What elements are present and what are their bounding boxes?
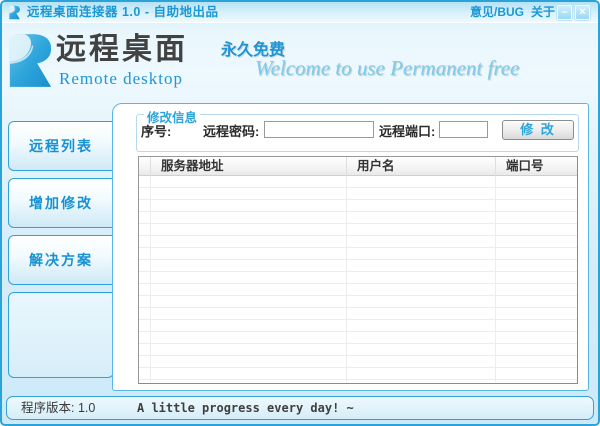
minimize-button[interactable]: – (557, 5, 572, 20)
title-bar[interactable]: 远程桌面连接器 1.0 - 自助地出品 意见/BUG 关于 – × (2, 2, 598, 23)
window-title: 远程桌面连接器 1.0 - 自助地出品 (27, 5, 219, 19)
brand-logo-icon (9, 34, 52, 87)
column-header-username[interactable]: 用户名 (347, 157, 496, 176)
modify-button[interactable]: 修 改 (502, 120, 574, 140)
column-header-server-address[interactable]: 服务器地址 (151, 157, 347, 176)
app-logo-icon (9, 5, 20, 20)
about-link[interactable]: 关于 (531, 2, 555, 23)
table-column-divider (495, 176, 496, 382)
window-body: 远程桌面连接器 1.0 - 自助地出品 意见/BUG 关于 – × 远程桌面 R… (2, 2, 598, 424)
sidebar-item-label: 解决方案 (29, 252, 93, 268)
sidebar-item-add-modify[interactable]: 增加修改 (8, 178, 114, 228)
feedback-bug-link[interactable]: 意见/BUG (470, 2, 524, 23)
remote-port-input[interactable] (439, 121, 488, 138)
close-button[interactable]: × (575, 5, 590, 20)
remote-port-label: 远程端口: (379, 124, 436, 139)
column-header-port[interactable]: 端口号 (496, 157, 577, 176)
table-header-row: 服务器地址 用户名 端口号 (139, 157, 577, 176)
remote-password-input[interactable] (264, 121, 374, 138)
sidebar-empty-panel (8, 292, 114, 378)
connections-table: 服务器地址 用户名 端口号 (138, 156, 578, 384)
sidebar-item-remote-list[interactable]: 远程列表 (8, 121, 114, 171)
serial-label: 序号: (141, 124, 172, 139)
brand-title-cn: 远程桌面 (56, 33, 188, 66)
welcome-text: Welcome to use Permanent free (255, 56, 520, 80)
remote-password-label: 远程密码: (203, 124, 260, 139)
table-column-divider (150, 176, 151, 382)
main-content-panel: 修改信息 序号: 远程密码: 远程端口: 修 改 服务器地址 用户名 端口号 (112, 103, 589, 391)
brand-title-en: Remote desktop (59, 69, 184, 88)
table-corner-cell (139, 157, 151, 176)
sidebar-item-label: 增加修改 (29, 195, 93, 211)
sidebar-item-label: 远程列表 (29, 138, 93, 154)
sidebar-item-solution[interactable]: 解决方案 (8, 235, 114, 285)
table-column-divider (346, 176, 347, 382)
table-body[interactable] (139, 176, 577, 383)
motto-text: A little progress every day! ~ (137, 401, 354, 415)
program-version-text: 程序版本: 1.0 (21, 401, 96, 415)
status-bar: 程序版本: 1.0 A little progress every day! ~ (6, 396, 594, 420)
app-window: 远程桌面连接器 1.0 - 自助地出品 意见/BUG 关于 – × 远程桌面 R… (0, 0, 600, 426)
